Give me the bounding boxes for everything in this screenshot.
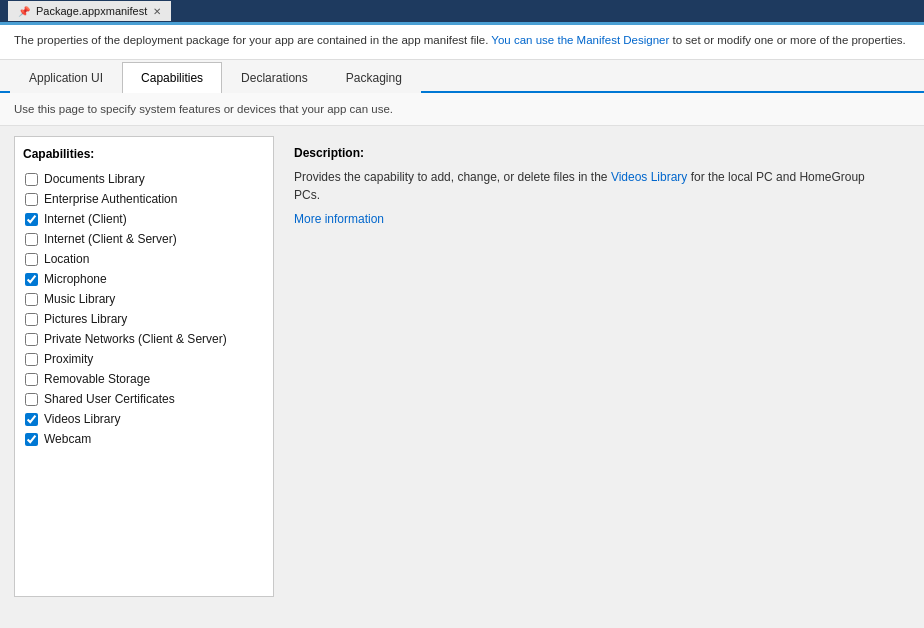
more-information-link[interactable]: More information: [294, 212, 384, 226]
capability-music-library[interactable]: Music Library: [23, 289, 265, 309]
main-content: Capabilities: Documents Library Enterpri…: [0, 126, 924, 607]
checkbox-webcam[interactable]: [25, 433, 38, 446]
checkbox-videos-library[interactable]: [25, 413, 38, 426]
checkbox-documents-library[interactable]: [25, 173, 38, 186]
checkbox-location[interactable]: [25, 253, 38, 266]
capability-webcam[interactable]: Webcam: [23, 429, 265, 449]
description-text: Provides the capability to add, change, …: [294, 168, 890, 204]
pin-icon: 📌: [18, 6, 30, 17]
capability-enterprise-authentication[interactable]: Enterprise Authentication: [23, 189, 265, 209]
description-panel: Description: Provides the capability to …: [274, 136, 910, 597]
capabilities-title: Capabilities:: [23, 147, 265, 161]
tab-declarations[interactable]: Declarations: [222, 62, 327, 93]
checkbox-internet-client[interactable]: [25, 213, 38, 226]
label-videos-library: Videos Library: [44, 412, 121, 426]
checkbox-microphone[interactable]: [25, 273, 38, 286]
label-webcam: Webcam: [44, 432, 91, 446]
capability-documents-library[interactable]: Documents Library: [23, 169, 265, 189]
label-location: Location: [44, 252, 89, 266]
checkbox-private-networks[interactable]: [25, 333, 38, 346]
capability-proximity[interactable]: Proximity: [23, 349, 265, 369]
tab-packaging[interactable]: Packaging: [327, 62, 421, 93]
label-microphone: Microphone: [44, 272, 107, 286]
page-description: Use this page to specify system features…: [0, 93, 924, 126]
capability-microphone[interactable]: Microphone: [23, 269, 265, 289]
label-shared-user-certificates: Shared User Certificates: [44, 392, 175, 406]
close-icon[interactable]: ✕: [153, 6, 161, 17]
file-tab[interactable]: 📌 Package.appxmanifest ✕: [8, 1, 171, 21]
checkbox-enterprise-authentication[interactable]: [25, 193, 38, 206]
checkbox-pictures-library[interactable]: [25, 313, 38, 326]
capability-private-networks[interactable]: Private Networks (Client & Server): [23, 329, 265, 349]
info-bar: The properties of the deployment package…: [0, 22, 924, 60]
info-text-1: The properties of the deployment package…: [14, 34, 488, 46]
info-text-2: to set or modify one or more of the prop…: [673, 34, 906, 46]
checkbox-internet-client-server[interactable]: [25, 233, 38, 246]
label-music-library: Music Library: [44, 292, 115, 306]
label-internet-client: Internet (Client): [44, 212, 127, 226]
tab-capabilities[interactable]: Capabilities: [122, 62, 222, 93]
tabs-bar: Application UI Capabilities Declarations…: [0, 60, 924, 93]
title-bar: 📌 Package.appxmanifest ✕: [0, 0, 924, 22]
capability-internet-client[interactable]: Internet (Client): [23, 209, 265, 229]
label-removable-storage: Removable Storage: [44, 372, 150, 386]
capability-removable-storage[interactable]: Removable Storage: [23, 369, 265, 389]
label-pictures-library: Pictures Library: [44, 312, 127, 326]
checkbox-music-library[interactable]: [25, 293, 38, 306]
capability-pictures-library[interactable]: Pictures Library: [23, 309, 265, 329]
tab-application-ui[interactable]: Application UI: [10, 62, 122, 93]
capability-internet-client-server[interactable]: Internet (Client & Server): [23, 229, 265, 249]
manifest-designer-link[interactable]: You can use the Manifest Designer: [491, 34, 669, 46]
tab-scrollbar: [0, 22, 924, 25]
capability-videos-library[interactable]: Videos Library: [23, 409, 265, 429]
label-documents-library: Documents Library: [44, 172, 145, 186]
capabilities-panel: Capabilities: Documents Library Enterpri…: [14, 136, 274, 597]
label-private-networks: Private Networks (Client & Server): [44, 332, 227, 346]
label-proximity: Proximity: [44, 352, 93, 366]
capability-location[interactable]: Location: [23, 249, 265, 269]
checkbox-shared-user-certificates[interactable]: [25, 393, 38, 406]
checkbox-proximity[interactable]: [25, 353, 38, 366]
capability-shared-user-certificates[interactable]: Shared User Certificates: [23, 389, 265, 409]
checkbox-removable-storage[interactable]: [25, 373, 38, 386]
label-enterprise-authentication: Enterprise Authentication: [44, 192, 177, 206]
label-internet-client-server: Internet (Client & Server): [44, 232, 177, 246]
description-title: Description:: [294, 146, 890, 160]
tab-filename: Package.appxmanifest: [36, 5, 147, 17]
